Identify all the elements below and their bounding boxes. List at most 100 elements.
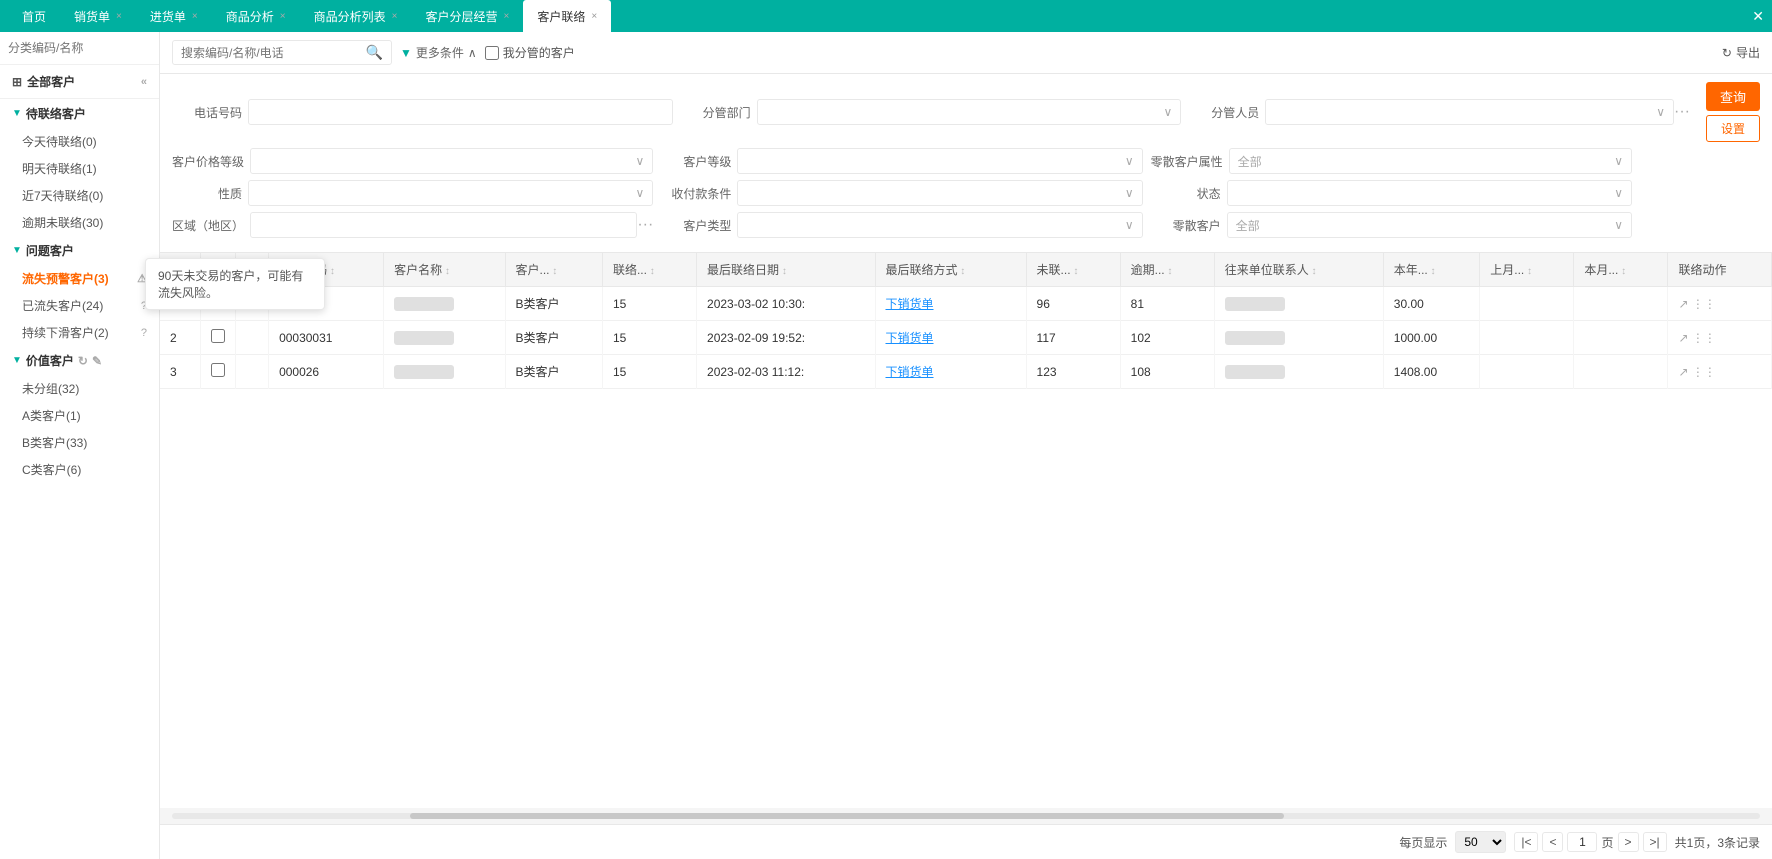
sidebar-item-ungrouped[interactable]: 未分组(32) — [0, 375, 159, 402]
tab-home[interactable]: 首页 — [8, 0, 60, 32]
settings-button[interactable]: 设置 — [1706, 115, 1760, 142]
filter-phone-input[interactable] — [248, 99, 673, 125]
filter-retail-customer-select[interactable]: 全部 ∨ — [1227, 212, 1632, 238]
table-container: ⚙ 客户编码 客户名称 客户... 联络... 最后联络日期 最后联络方式 未联… — [160, 253, 1772, 808]
query-button[interactable]: 查询 — [1706, 82, 1760, 111]
cell-last-month — [1480, 287, 1574, 321]
edit-icon[interactable]: ✎ — [92, 354, 102, 368]
filter-status-select[interactable]: ∨ — [1227, 180, 1632, 206]
filter-person-select[interactable]: ∨ — [1265, 99, 1674, 125]
refresh-icon[interactable]: ↻ — [78, 354, 88, 368]
page-size-select[interactable]: 50 20 100 — [1455, 831, 1506, 853]
action-icons[interactable]: ↗ ⋮⋮ — [1678, 297, 1715, 311]
sidebar-item-class-c[interactable]: C类客户(6) — [0, 456, 159, 483]
col-name[interactable]: 客户名称 — [384, 253, 505, 287]
tab-product-list[interactable]: 商品分析列表 × — [300, 0, 412, 32]
tab-product-analysis[interactable]: 商品分析 × — [212, 0, 300, 32]
sidebar-item-class-a[interactable]: A类客户(1) — [0, 402, 159, 429]
tab-customer-contact[interactable]: 客户联络 × — [523, 0, 611, 32]
filter-nature-select[interactable]: ∨ — [248, 180, 653, 206]
close-all-button[interactable]: ✕ — [1752, 8, 1764, 25]
sidebar-group-problem-title[interactable]: ▼ 问题客户 — [0, 236, 159, 265]
arrow-icon: ▼ — [12, 108, 22, 119]
cell-name — [384, 321, 505, 355]
more-button-region[interactable]: ··· — [637, 217, 653, 233]
col-overdue[interactable]: 逾期... — [1120, 253, 1214, 287]
tab-sales[interactable]: 销货单 × — [60, 0, 136, 32]
more-filter-button[interactable]: ▼ 更多条件 ∧ — [400, 44, 477, 61]
filter-payment: 收付款条件 ∨ — [661, 180, 1142, 206]
tab-purchase[interactable]: 进货单 × — [136, 0, 212, 32]
page-size-label: 每页显示 — [1399, 834, 1447, 851]
tab-customer-contact-close[interactable]: × — [591, 11, 597, 22]
group-value-label: 价值客户 — [26, 352, 74, 369]
filter-customer-level-select[interactable]: ∨ — [737, 148, 1142, 174]
action-icons[interactable]: ↗ ⋮⋮ — [1678, 331, 1715, 345]
search-input[interactable] — [181, 46, 366, 60]
prev-page-button[interactable]: < — [1542, 832, 1563, 852]
contact-method-link[interactable]: 下销货单 — [886, 365, 934, 379]
sidebar-item-7days[interactable]: 近7天待联络(0) — [0, 182, 159, 209]
filter-payment-select[interactable]: ∨ — [737, 180, 1142, 206]
my-customers-checkbox[interactable] — [485, 46, 499, 60]
tab-customer-segment-close[interactable]: × — [503, 11, 509, 22]
tab-customer-segment[interactable]: 客户分层经营 × — [411, 0, 523, 32]
sidebar-item-declining[interactable]: 持续下滑客户(2) ? — [0, 319, 159, 346]
current-page: 1 — [1567, 832, 1597, 852]
row-checkbox[interactable] — [211, 329, 225, 343]
col-uncontacted[interactable]: 未联... — [1026, 253, 1120, 287]
action-icons[interactable]: ↗ ⋮⋮ — [1678, 365, 1715, 379]
cell-settings — [235, 321, 269, 355]
tab-sales-close[interactable]: × — [116, 11, 122, 22]
col-unit-contact[interactable]: 往来单位联系人 — [1214, 253, 1383, 287]
sidebar-all-customers[interactable]: ⊞ 全部客户 « — [0, 65, 159, 99]
tab-purchase-close[interactable]: × — [192, 11, 198, 22]
sidebar-item-churn-warning[interactable]: 流失预警客户(3) ⚠ — [0, 265, 159, 292]
sidebar-item-today[interactable]: 今天待联络(0) — [0, 128, 159, 155]
chevron-retail-icon: ∨ — [1614, 154, 1623, 168]
tab-home-label: 首页 — [22, 8, 46, 25]
tab-product-list-label: 商品分析列表 — [314, 8, 386, 25]
contact-method-link[interactable]: 下销货单 — [886, 297, 934, 311]
filter-retail-attr-select[interactable]: 全部 ∨ — [1229, 148, 1632, 174]
contact-method-link[interactable]: 下销货单 — [886, 331, 934, 345]
filter-retail-customer-value: 全部 — [1236, 217, 1260, 234]
blurred-contact — [1225, 331, 1285, 345]
cell-last-contact-date: 2023-03-02 10:30: — [697, 287, 875, 321]
more-button-1[interactable]: ··· — [1674, 104, 1690, 120]
col-last-month[interactable]: 上月... — [1480, 253, 1574, 287]
col-this-year[interactable]: 本年... — [1383, 253, 1479, 287]
scrollbar-thumb[interactable] — [410, 813, 1283, 819]
sidebar: 🔍 ⊞ 全部客户 « ▼ 待联络客户 今天待联络(0) 明天待联络(1) 近7天… — [0, 32, 160, 859]
help-icon-2: ? — [141, 327, 147, 339]
tab-product-list-close[interactable]: × — [392, 11, 398, 22]
col-this-month[interactable]: 本月... — [1574, 253, 1668, 287]
cell-checkbox — [200, 321, 235, 355]
sidebar-item-overdue[interactable]: 逾期未联络(30) — [0, 209, 159, 236]
filter-customer-type-select[interactable]: ∨ — [737, 212, 1142, 238]
sidebar-group-value-title[interactable]: ▼ 价值客户 ↻ ✎ — [0, 346, 159, 375]
toolbar: 🔍 ▼ 更多条件 ∧ 我分管的客户 ↻ 导出 — [160, 32, 1772, 74]
sidebar-group-pending-title[interactable]: ▼ 待联络客户 — [0, 99, 159, 128]
col-level[interactable]: 客户... — [505, 253, 602, 287]
next-page-button[interactable]: > — [1618, 832, 1639, 852]
search-button[interactable]: 🔍 — [366, 44, 383, 61]
refresh-icon-2: ↻ — [1722, 46, 1732, 60]
sidebar-search-input[interactable] — [8, 41, 160, 55]
sidebar-item-class-b[interactable]: B类客户(33) — [0, 429, 159, 456]
filter-price-level-select[interactable]: ∨ — [250, 148, 653, 174]
first-page-button[interactable]: |< — [1514, 832, 1538, 852]
sidebar-item-churned[interactable]: 已流失客户(24) ? — [0, 292, 159, 319]
export-button[interactable]: ↻ 导出 — [1722, 44, 1760, 61]
row-checkbox[interactable] — [211, 363, 225, 377]
col-last-contact-method[interactable]: 最后联络方式 — [875, 253, 1026, 287]
col-last-contact-date[interactable]: 最后联络日期 — [697, 253, 875, 287]
sidebar-item-tomorrow[interactable]: 明天待联络(1) — [0, 155, 159, 182]
last-page-button[interactable]: >| — [1643, 832, 1667, 852]
filter-dept-select[interactable]: ∨ — [757, 99, 1182, 125]
scrollbar-track[interactable] — [172, 813, 1760, 819]
col-contact[interactable]: 联络... — [602, 253, 696, 287]
tab-product-analysis-close[interactable]: × — [280, 11, 286, 22]
filter-region-input[interactable] — [250, 212, 637, 238]
cell-contact: 15 — [602, 355, 696, 389]
